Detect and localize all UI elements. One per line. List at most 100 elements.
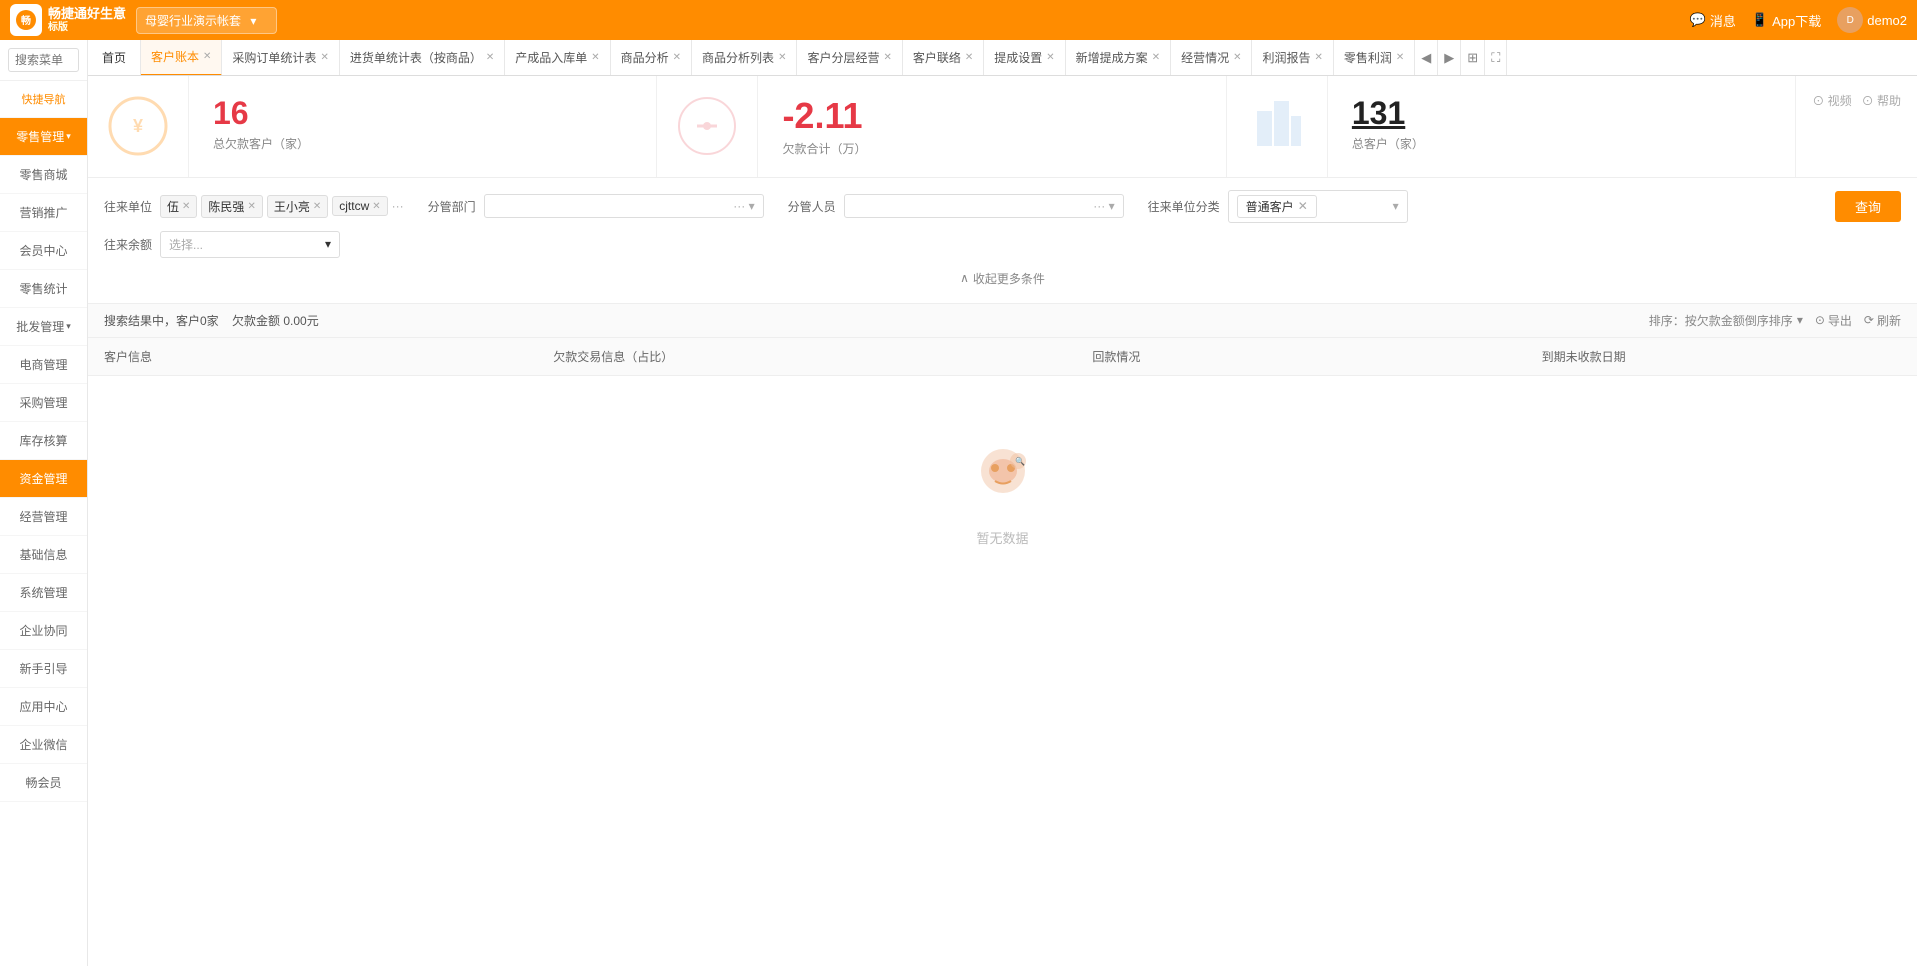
sidebar-item-retail-stats[interactable]: 零售统计 xyxy=(0,270,87,308)
filter-area: 往来单位 伍 ✕ 陈民强 ✕ xyxy=(88,178,1917,304)
message-icon: 💬 xyxy=(1690,12,1706,28)
tab-new-plan[interactable]: 新增提成方案 ✕ xyxy=(1066,40,1171,76)
tab-profit-report[interactable]: 利润报告 ✕ xyxy=(1252,40,1333,76)
sidebar-item-basic-info[interactable]: 基础信息 xyxy=(0,536,87,574)
tab-retail-profit[interactable]: 零售利润 ✕ xyxy=(1334,40,1415,76)
collapse-button[interactable]: ∧ 收起更多条件 xyxy=(948,266,1057,291)
balance-select[interactable]: 选择... ▾ xyxy=(160,231,340,258)
app-download-btn[interactable]: 📱 App下载 xyxy=(1752,11,1821,30)
tab-home[interactable]: 首页 xyxy=(88,40,141,76)
sidebar-item-purchase-mgmt[interactable]: 采购管理 xyxy=(0,384,87,422)
close-tab-customer-tier[interactable]: ✕ xyxy=(883,52,891,63)
sort-label-text: 排序：按欠款金额倒序排序 xyxy=(1649,312,1793,329)
balance-label: 往来余额 xyxy=(104,236,152,253)
close-tab-profit-report[interactable]: ✕ xyxy=(1315,52,1323,63)
tab-product-analysis-list[interactable]: 商品分析列表 ✕ xyxy=(692,40,797,76)
export-icon: ⊙ xyxy=(1815,313,1825,327)
video-link[interactable]: ⊙ 视频 xyxy=(1812,92,1851,109)
sidebar-item-corp-collab[interactable]: 企业协同 xyxy=(0,612,87,650)
sidebar-item-ops-mgmt[interactable]: 经营管理 xyxy=(0,498,87,536)
close-tab-product-analysis[interactable]: ✕ xyxy=(673,52,681,63)
person-arrow: ··· ▾ xyxy=(1093,199,1114,213)
query-button[interactable]: 查询 xyxy=(1835,191,1901,222)
export-btn[interactable]: ⊙ 导出 xyxy=(1815,312,1852,329)
account-selector[interactable]: 母婴行业演示帐套 ▾ xyxy=(136,7,277,34)
summary-row: ¥ 16 总欠款客户（家） xyxy=(88,76,1917,178)
sidebar-item-marketing[interactable]: 营销推广 xyxy=(0,194,87,232)
sidebar-item-retail-mall[interactable]: 零售商城 xyxy=(0,156,87,194)
summary-card-customers: 16 总欠款客户（家） xyxy=(189,76,657,177)
close-tab-product-inbound[interactable]: ✕ xyxy=(591,52,599,63)
col-header-repay: 回款情况 xyxy=(1092,348,1541,365)
balance-arrow: ▾ xyxy=(325,237,331,251)
remove-tag-cjttcw[interactable]: ✕ xyxy=(372,201,380,212)
sidebar-item-new-guide[interactable]: 新手引导 xyxy=(0,650,87,688)
unit-class-tag[interactable]: 普通客户 ✕ xyxy=(1237,195,1317,218)
sidebar-item-inventory[interactable]: 库存核算 xyxy=(0,422,87,460)
video-help-area: ⊙ 视频 ⊙ 帮助 xyxy=(1796,76,1917,109)
tab-raise-settings[interactable]: 提成设置 ✕ xyxy=(984,40,1065,76)
tab-ops-status[interactable]: 经营情况 ✕ xyxy=(1171,40,1252,76)
sidebar-item-retail-mgmt[interactable]: 零售管理 ▾ xyxy=(0,118,87,156)
close-tab-new-plan[interactable]: ✕ xyxy=(1152,52,1160,63)
tab-customer-tier[interactable]: 客户分层经营 ✕ xyxy=(797,40,902,76)
tab-fullscreen[interactable]: ⛶ xyxy=(1485,40,1507,76)
search-input[interactable] xyxy=(8,48,79,72)
sidebar-item-ecom-mgmt[interactable]: 电商管理 xyxy=(0,346,87,384)
remove-tag-wang[interactable]: ✕ xyxy=(313,201,321,212)
summary-card2-icon xyxy=(657,76,758,177)
close-tab-purchase-order[interactable]: ✕ xyxy=(320,52,328,63)
sort-dropdown[interactable]: 排序：按欠款金额倒序排序 ▾ xyxy=(1649,312,1803,329)
sidebar-item-finance-mgmt[interactable]: 资金管理 xyxy=(0,460,87,498)
unit-class-dropdown[interactable]: 普通客户 ✕ ▾ xyxy=(1228,190,1408,223)
sidebar-item-sys-mgmt[interactable]: 系统管理 xyxy=(0,574,87,612)
tab-nav-menu[interactable]: ⊞ xyxy=(1461,40,1485,76)
svg-text:畅: 畅 xyxy=(21,14,31,27)
tag-wu[interactable]: 伍 ✕ xyxy=(160,195,197,218)
tab-customer-contact[interactable]: 客户联络 ✕ xyxy=(903,40,984,76)
dept-label: 分管部门 xyxy=(428,198,476,215)
tab-product-analysis[interactable]: 商品分析 ✕ xyxy=(611,40,692,76)
tab-product-inbound[interactable]: 产成品入库单 ✕ xyxy=(505,40,610,76)
tab-purchase-order[interactable]: 采购订单统计表 ✕ xyxy=(222,40,339,76)
close-tab-product-analysis-list[interactable]: ✕ xyxy=(778,52,786,63)
close-tab-incoming-stats[interactable]: ✕ xyxy=(486,52,494,63)
result-actions: 排序：按欠款金额倒序排序 ▾ ⊙ 导出 ⟳ 刷新 xyxy=(1649,312,1901,329)
sidebar-item-app-center[interactable]: 应用中心 xyxy=(0,688,87,726)
empty-label: 暂无数据 xyxy=(976,528,1028,547)
sidebar-item-member-center[interactable]: 会员中心 xyxy=(0,232,87,270)
col-header-customer: 客户信息 xyxy=(104,348,553,365)
summary-card-debt: -2.11 欠款合计（万） xyxy=(758,76,1226,177)
sidebar-item-wholesale-mgmt[interactable]: 批发管理 ▾ xyxy=(0,308,87,346)
close-tab-raise-settings[interactable]: ✕ xyxy=(1046,52,1054,63)
tab-nav-prev[interactable]: ◀ xyxy=(1415,40,1438,76)
dept-dropdown[interactable]: ··· ▾ xyxy=(484,194,764,218)
sidebar-item-corp-wechat[interactable]: 企业微信 xyxy=(0,726,87,764)
more-tags-btn[interactable]: ··· xyxy=(392,199,404,213)
message-btn[interactable]: 💬 消息 xyxy=(1690,11,1736,30)
remove-unit-class-tag[interactable]: ✕ xyxy=(1298,199,1308,213)
sidebar-search-wrap xyxy=(0,40,87,81)
tab-nav-next[interactable]: ▶ xyxy=(1438,40,1461,76)
sidebar-item-quick-nav[interactable]: 快捷导航 xyxy=(0,81,87,118)
close-tab-customer-contact[interactable]: ✕ xyxy=(965,52,973,63)
remove-tag-chen[interactable]: ✕ xyxy=(247,201,255,212)
tag-cjttcw[interactable]: cjttcw ✕ xyxy=(332,196,387,216)
person-dropdown[interactable]: ··· ▾ xyxy=(844,194,1124,218)
user-avatar-btn[interactable]: D demo2 xyxy=(1837,7,1907,33)
result-summary: 搜索结果中，客户0家 欠款金额 0.00元 xyxy=(104,312,319,329)
total-all-label: 总客户（家） xyxy=(1352,135,1424,152)
close-tab-retail-profit[interactable]: ✕ xyxy=(1396,52,1404,63)
remove-tag-wu[interactable]: ✕ xyxy=(182,201,190,212)
refresh-btn[interactable]: ⟳ 刷新 xyxy=(1864,312,1901,329)
tab-customer-account[interactable]: 客户账本 ✕ xyxy=(141,40,222,76)
sidebar-item-vip-member[interactable]: 畅会员 xyxy=(0,764,87,802)
close-tab-customer-account[interactable]: ✕ xyxy=(203,51,211,62)
help-link[interactable]: ⊙ 帮助 xyxy=(1862,92,1901,109)
tab-incoming-stats[interactable]: 进货单统计表（按商品） ✕ xyxy=(340,40,505,76)
tag-wang[interactable]: 王小亮 ✕ xyxy=(267,195,328,218)
tag-chen[interactable]: 陈民强 ✕ xyxy=(201,195,262,218)
close-tab-ops-status[interactable]: ✕ xyxy=(1233,52,1241,63)
tab-bar: 首页 客户账本 ✕ 采购订单统计表 ✕ 进货单统计表（按商品） ✕ 产成品入库单… xyxy=(88,40,1917,76)
main-content: ¥ 16 总欠款客户（家） xyxy=(88,76,1917,966)
